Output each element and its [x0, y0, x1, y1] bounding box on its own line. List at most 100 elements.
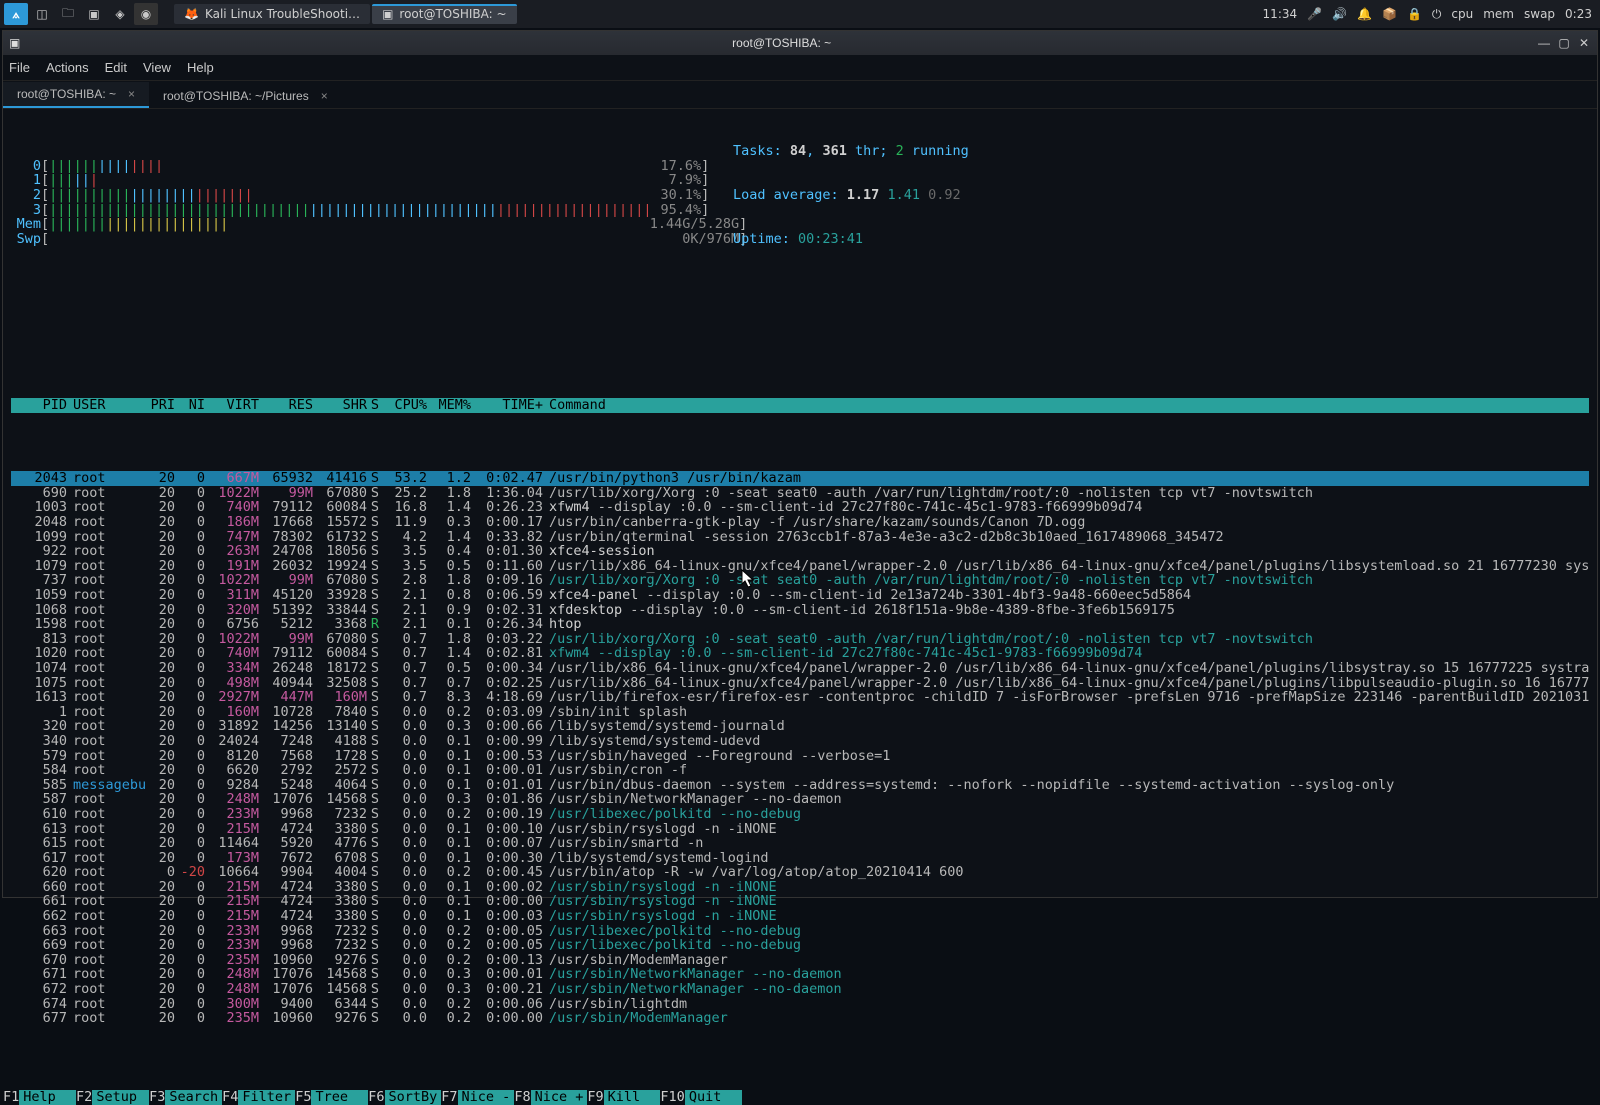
process-row[interactable]: 1root200160M107287840S0.00.20:03.09/sbin… — [11, 705, 1589, 720]
taskbar-window-1[interactable]: ▣root@TOSHIBA: ~ — [372, 4, 517, 24]
process-row[interactable]: 1003root200740M7911260084S16.81.40:26.23… — [11, 500, 1589, 515]
terminal-tab-0[interactable]: root@TOSHIBA: ~× — [3, 82, 149, 108]
process-row[interactable]: 620root0-201066499044004S0.00.20:00.45/u… — [11, 865, 1589, 880]
process-row[interactable]: 671root200248M1707614568S0.00.30:00.01/u… — [11, 967, 1589, 982]
process-row[interactable]: 1079root200191M2603219924S3.50.50:11.60/… — [11, 559, 1589, 574]
kali-menu-icon[interactable]: ⟑ — [4, 3, 28, 25]
process-list[interactable]: 2043root200667M6593241416S53.21.20:02.47… — [11, 471, 1589, 1026]
process-row[interactable]: 670root200235M109609276S0.00.20:00.13/us… — [11, 953, 1589, 968]
close-button[interactable]: ✕ — [1577, 36, 1591, 50]
process-row[interactable]: 1075root200498M4094432508S0.70.70:02.25/… — [11, 676, 1589, 691]
process-row[interactable]: 1598root200675652123368R2.10.10:26.34hto… — [11, 617, 1589, 632]
uptime-value: 00:23:41 — [798, 231, 863, 247]
process-row[interactable]: 615root2001146459204776S0.00.10:00.07/us… — [11, 836, 1589, 851]
taskbar-window-label: Kali Linux TroubleShooti… — [205, 7, 360, 21]
power-icon[interactable]: ⏻ — [1432, 7, 1442, 22]
flabel-sortby[interactable]: SortBy — [385, 1090, 442, 1105]
taskbar-clock[interactable]: 11:34 — [1263, 7, 1298, 21]
col-pri[interactable]: PRI — [139, 398, 175, 413]
tab-close-icon[interactable]: × — [128, 87, 135, 101]
process-row[interactable]: 587root200248M1707614568S0.00.30:01.86/u… — [11, 792, 1589, 807]
capture-icon[interactable]: ◉ — [134, 3, 158, 25]
fkey-f8: F8 — [514, 1090, 530, 1105]
menu-file[interactable]: File — [9, 60, 30, 75]
process-row[interactable]: 690root2001022M99M67080S25.21.81:36.04/u… — [11, 486, 1589, 501]
process-row[interactable]: 2048root200186M1766815572S11.90.30:00.17… — [11, 515, 1589, 530]
flabel-kill[interactable]: Kill — [604, 1090, 661, 1105]
col-command[interactable]: Command — [543, 398, 1589, 413]
flabel-nice[interactable]: Nice + — [531, 1090, 588, 1105]
maximize-button[interactable]: ▢ — [1557, 36, 1571, 50]
process-row[interactable]: 1020root200740M7911260084S0.71.40:02.81x… — [11, 646, 1589, 661]
menu-edit[interactable]: Edit — [105, 60, 127, 75]
col-res[interactable]: RES — [259, 398, 313, 413]
menu-actions[interactable]: Actions — [46, 60, 89, 75]
process-row[interactable]: 1074root200334M2624818172S0.70.50:00.34/… — [11, 661, 1589, 676]
taskbar-window-label: root@TOSHIBA: ~ — [399, 7, 506, 21]
workspace-icon[interactable]: ◫ — [30, 3, 54, 25]
process-row[interactable]: 660root200215M47243380S0.00.10:00.02/usr… — [11, 880, 1589, 895]
process-row[interactable]: 674root200300M94006344S0.00.20:00.06/usr… — [11, 997, 1589, 1012]
process-header[interactable]: PIDUSERPRINIVIRTRESSHRSCPU%MEM%TIME+Comm… — [11, 398, 1589, 413]
terminal-launch-icon[interactable]: ▣ — [82, 3, 106, 25]
process-row[interactable]: 617root200173M76726708S0.00.10:00.30/lib… — [11, 851, 1589, 866]
process-row[interactable]: 813root2001022M99M67080S0.71.80:03.22/us… — [11, 632, 1589, 647]
tab-close-icon[interactable]: × — [321, 89, 328, 103]
flabel-setup[interactable]: Setup — [92, 1090, 149, 1105]
col-ni[interactable]: NI — [175, 398, 205, 413]
col-s[interactable]: S — [367, 398, 383, 413]
col-virt[interactable]: VIRT — [205, 398, 259, 413]
process-row[interactable]: 672root200248M1707614568S0.00.30:00.21/u… — [11, 982, 1589, 997]
htop-content[interactable]: 0[|||||||||||||| 17.6%]1[|||||| 7.9%]2[|… — [3, 109, 1597, 1105]
app-icon[interactable]: ◈ — [108, 3, 132, 25]
network-icon[interactable]: 🔒 — [1407, 7, 1422, 21]
process-row[interactable]: 320root200318921425613140S0.00.30:00.66/… — [11, 719, 1589, 734]
notify-icon[interactable]: 🔔 — [1357, 7, 1372, 21]
menu-help[interactable]: Help — [187, 60, 214, 75]
process-row[interactable]: 1613root2002927M447M160MS0.78.34:18.69/u… — [11, 690, 1589, 705]
menu-view[interactable]: View — [143, 60, 171, 75]
titlebar[interactable]: ▣ root@TOSHIBA: ~ — ▢ ✕ — [3, 31, 1597, 55]
process-row[interactable]: 677root200235M109609276S0.00.20:00.00/us… — [11, 1011, 1589, 1026]
flabel-tree[interactable]: Tree — [311, 1090, 368, 1105]
flabel-quit[interactable]: Quit — [685, 1090, 742, 1105]
files-icon[interactable]: 🗀 — [56, 3, 80, 25]
minimize-button[interactable]: — — [1537, 36, 1551, 50]
htop-footer[interactable]: F1Help F2Setup F3SearchF4FilterF5Tree F6… — [3, 1090, 1597, 1105]
thread-count: 361 — [822, 143, 846, 159]
process-row[interactable]: 737root2001022M99M67080S2.81.80:09.16/us… — [11, 573, 1589, 588]
volume-icon[interactable]: 🔊 — [1332, 7, 1347, 21]
col-pid[interactable]: PID — [11, 398, 67, 413]
window-icon: ▣ — [9, 36, 20, 50]
flabel-search[interactable]: Search — [165, 1090, 222, 1105]
process-row[interactable]: 922root200263M2470818056S3.50.40:01.30xf… — [11, 544, 1589, 559]
flabel-help[interactable]: Help — [19, 1090, 76, 1105]
process-row[interactable]: 663root200233M99687232S0.00.20:00.05/usr… — [11, 924, 1589, 939]
process-row[interactable]: 662root200215M47243380S0.00.10:00.03/usr… — [11, 909, 1589, 924]
terminal-tab-1[interactable]: root@TOSHIBA: ~/Pictures× — [149, 84, 342, 108]
taskbar-window-0[interactable]: 🦊Kali Linux TroubleShooti… — [174, 4, 370, 24]
process-row[interactable]: 1099root200747M7830261732S4.21.40:33.82/… — [11, 530, 1589, 545]
process-row[interactable]: 613root200215M47243380S0.00.10:00.10/usr… — [11, 822, 1589, 837]
process-row[interactable]: 1068root200320M5139233844S2.10.90:02.31x… — [11, 603, 1589, 618]
col-shr[interactable]: SHR — [313, 398, 367, 413]
process-row[interactable]: 340root2002402472484188S0.00.10:00.99/li… — [11, 734, 1589, 749]
flabel-nice[interactable]: Nice - — [458, 1090, 515, 1105]
process-row[interactable]: 585messagebu200928452484064S0.00.10:01.0… — [11, 778, 1589, 793]
process-row[interactable]: 610root200233M99687232S0.00.20:00.19/usr… — [11, 807, 1589, 822]
mic-icon[interactable]: 🎤 — [1307, 7, 1322, 21]
menubar: File Actions Edit View Help — [3, 55, 1597, 81]
process-row[interactable]: 669root200233M99687232S0.00.20:00.05/usr… — [11, 938, 1589, 953]
process-row[interactable]: 2043root200667M6593241416S53.21.20:02.47… — [11, 471, 1589, 486]
col-cpu[interactable]: CPU% — [383, 398, 427, 413]
process-row[interactable]: 584root200662027922572S0.00.10:00.01/usr… — [11, 763, 1589, 778]
process-row[interactable]: 579root200812075681728S0.00.10:00.53/usr… — [11, 749, 1589, 764]
process-row[interactable]: 661root200215M47243380S0.00.10:00.00/usr… — [11, 894, 1589, 909]
col-user[interactable]: USER — [67, 398, 139, 413]
system-info: Tasks: 84, 361 thr; 2 running Load avera… — [733, 115, 969, 276]
col-time[interactable]: TIME+ — [471, 398, 543, 413]
flabel-filter[interactable]: Filter — [238, 1090, 295, 1105]
col-mem[interactable]: MEM% — [427, 398, 471, 413]
process-row[interactable]: 1059root200311M4512033928S2.10.80:06.59x… — [11, 588, 1589, 603]
update-icon[interactable]: 📦 — [1382, 7, 1397, 21]
